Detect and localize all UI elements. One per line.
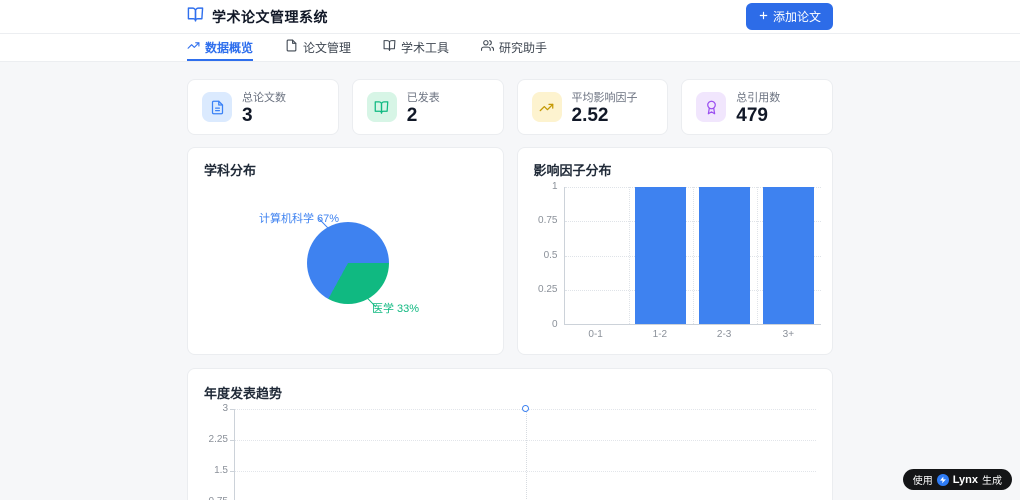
bar-1-2 xyxy=(634,187,687,324)
y-tick: 2.25 xyxy=(208,434,228,445)
stat-value: 3 xyxy=(242,104,253,126)
y-tick: 1 xyxy=(551,181,558,192)
stat-label: 总引用数 xyxy=(736,91,781,104)
y-tick: 0.75 xyxy=(188,496,228,500)
add-paper-label: 添加论文 xyxy=(772,10,821,24)
yearly-publication-trend-card: 年度发表趋势 3 2.25 1.5 0.75 xyxy=(187,368,833,500)
plus-icon xyxy=(758,10,769,24)
stat-value: 2.52 xyxy=(571,104,609,126)
add-paper-button[interactable]: 添加论文 xyxy=(745,3,833,30)
stat-label: 平均影响因子 xyxy=(571,91,638,104)
trend-point xyxy=(521,405,529,412)
lynx-attribution-badge[interactable]: 使用 Lynx 生成 xyxy=(902,469,1012,490)
chart-title: 影响因子分布 xyxy=(533,163,612,178)
page-title: 学术论文管理系统 xyxy=(212,8,328,25)
lynx-logo-icon xyxy=(936,473,949,486)
book-open-icon xyxy=(187,6,204,28)
stat-card-total-papers: 总论文数 3 xyxy=(187,79,339,135)
pie-slice-label: 计算机科学 67% xyxy=(259,213,340,225)
subject-distribution-card: 学科分布 计算机科学 67% 医学 33% xyxy=(187,147,504,355)
stat-label: 总论文数 xyxy=(242,91,286,104)
book-open-icon xyxy=(383,39,396,55)
bar-plot-area xyxy=(563,187,821,325)
badge-prefix: 使用 xyxy=(912,476,933,487)
y-tick: 0 xyxy=(551,319,558,330)
users-icon xyxy=(481,39,495,55)
tab-label: 学术工具 xyxy=(401,40,450,55)
stat-card-avg-impact-factor: 平均影响因子 2.52 xyxy=(516,79,669,135)
bar-2-3 xyxy=(698,187,751,324)
app-brand: 学术论文管理系统 xyxy=(187,6,328,28)
x-tick: 0-1 xyxy=(588,329,603,340)
y-tick: 0.25 xyxy=(538,284,558,295)
tab-data-overview[interactable]: 数据概览 xyxy=(187,34,254,61)
tab-label: 研究助手 xyxy=(499,40,548,55)
file-icon xyxy=(285,39,298,55)
trend-plot-area xyxy=(234,405,816,500)
nav-tabbar: 数据概览 论文管理 学术工具 研究助手 xyxy=(0,34,1020,62)
y-tick: 3 xyxy=(222,403,228,414)
file-icon xyxy=(202,92,232,122)
y-tick: 1.5 xyxy=(214,465,228,476)
pie xyxy=(307,222,389,304)
app-header: 学术论文管理系统 添加论文 xyxy=(0,0,1020,34)
tab-label: 论文管理 xyxy=(303,40,352,55)
chart-title: 学科分布 xyxy=(204,163,257,178)
impact-factor-distribution-card: 影响因子分布 1 0.75 0.5 0.25 0 0-1 1-2 2-3 3+ xyxy=(516,147,833,355)
badge-brand: Lynx xyxy=(952,473,978,486)
y-tick: 0.75 xyxy=(538,215,558,226)
award-icon xyxy=(696,92,727,122)
tab-label: 数据概览 xyxy=(205,40,254,55)
trend-vline xyxy=(525,409,527,500)
x-tick: 1-2 xyxy=(652,329,668,340)
chart-title: 年度发表趋势 xyxy=(204,386,283,401)
stats-row: 总论文数 3 已发表 2 平均影响因子 2.52 总引用数 479 xyxy=(187,79,833,135)
x-tick: 2-3 xyxy=(716,329,732,340)
trending-up-icon xyxy=(187,39,200,55)
pie-slice-label: 医学 33% xyxy=(372,303,420,315)
stat-label: 已发表 xyxy=(406,91,440,104)
stat-value: 2 xyxy=(406,104,418,126)
stat-card-total-citations: 总引用数 479 xyxy=(681,79,833,135)
trending-up-icon xyxy=(531,92,562,122)
tab-academic-tools[interactable]: 学术工具 xyxy=(383,34,449,61)
tab-research-assistant[interactable]: 研究助手 xyxy=(481,34,547,61)
y-tick: 0.5 xyxy=(543,250,558,261)
tab-paper-management[interactable]: 论文管理 xyxy=(285,34,351,61)
bar-3plus xyxy=(762,187,815,324)
stat-value: 479 xyxy=(736,104,768,126)
badge-suffix: 生成 xyxy=(982,476,1002,487)
main-content: 总论文数 3 已发表 2 平均影响因子 2.52 总引用数 479 学科分布 计… xyxy=(187,62,833,500)
stat-card-published: 已发表 2 xyxy=(351,79,504,135)
x-tick: 3+ xyxy=(782,329,795,340)
book-open-icon xyxy=(366,92,397,122)
x-axis-labels: 0-1 1-2 2-3 3+ xyxy=(564,329,821,340)
